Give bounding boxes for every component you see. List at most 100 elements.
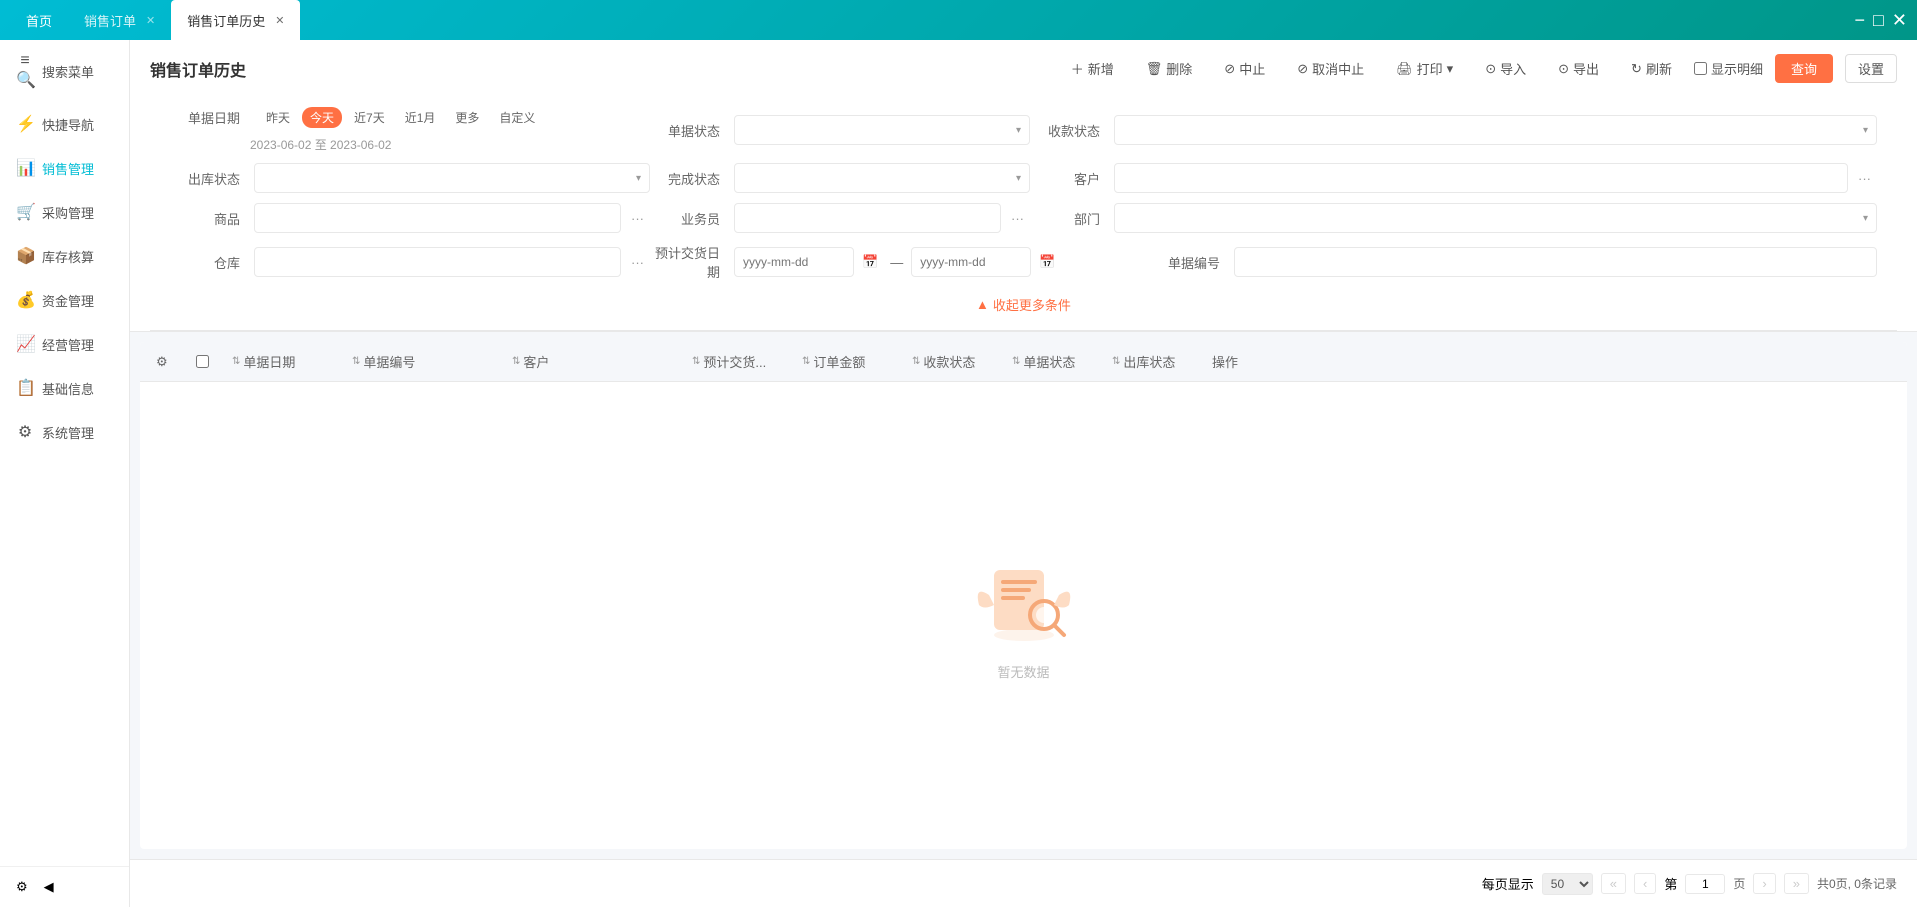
tab-sales-order-close[interactable]: ✕ <box>146 14 155 27</box>
th-order-amount[interactable]: ⇅ 订单金额 <box>794 352 904 371</box>
sort-icon-delivery: ⇅ <box>692 356 700 367</box>
sidebar-item-search-menu[interactable]: ≡🔍 搜索菜单 <box>0 40 129 102</box>
sidebar-collapse-icon[interactable]: ◀ <box>44 879 54 895</box>
display-detail-control[interactable]: 显示明细 <box>1694 59 1763 78</box>
customer-dots[interactable]: ··· <box>1852 167 1877 190</box>
sys-mgmt-icon: ⚙ <box>16 422 34 442</box>
calendar-end-icon[interactable]: 📅 <box>1035 254 1059 270</box>
settings-button[interactable]: 设置 <box>1845 54 1897 83</box>
sidebar-item-basic-info[interactable]: 📋 基础信息 <box>0 366 129 410</box>
sidebar-item-inventory-mgmt[interactable]: 📦 库存核算 <box>0 234 129 278</box>
sidebar-item-fund-mgmt[interactable]: 💰 资金管理 <box>0 278 129 322</box>
tab-sales-order-history-close[interactable]: ✕ <box>275 14 284 27</box>
sidebar-item-quick-nav-label: 快捷导航 <box>42 115 94 134</box>
export-button[interactable]: ⊙ 导出 <box>1548 55 1609 82</box>
import-button[interactable]: ⊙ 导入 <box>1475 55 1536 82</box>
refresh-label: 刷新 <box>1646 59 1672 78</box>
collapse-button[interactable]: ▲ 收起更多条件 <box>170 291 1877 318</box>
customer-input[interactable] <box>1114 163 1848 193</box>
sidebar-item-sales-mgmt[interactable]: 📊 销售管理 <box>0 146 129 190</box>
new-button[interactable]: ＋ 新增 <box>1061 55 1124 82</box>
product-dots[interactable]: ··· <box>625 207 650 230</box>
receipt-status-select[interactable]: ▾ <box>1114 115 1877 145</box>
th-delivery-date[interactable]: ⇅ 预计交货... <box>684 352 794 371</box>
date-more[interactable]: 更多 <box>447 107 487 128</box>
th-checkbox[interactable] <box>188 355 224 368</box>
query-button[interactable]: 查询 <box>1775 54 1833 83</box>
calendar-start-icon[interactable]: 📅 <box>858 254 882 270</box>
voucher-status-select[interactable]: ▾ <box>734 115 1030 145</box>
prev-page-button[interactable]: ‹ <box>1634 873 1656 894</box>
cancel-stop-label: 取消中止 <box>1312 59 1364 78</box>
filter-product-group: 商品 ··· <box>170 203 650 233</box>
minimize-icon[interactable]: − <box>1855 10 1866 31</box>
salesperson-input[interactable] <box>734 203 1001 233</box>
complete-status-label: 完成状态 <box>650 169 730 188</box>
th-payment-status[interactable]: ⇅ 收款状态 <box>904 352 1004 371</box>
next-page-button[interactable]: › <box>1753 873 1775 894</box>
close-icon[interactable]: ✕ <box>1892 10 1907 31</box>
sidebar-item-ops-mgmt[interactable]: 📈 经营管理 <box>0 322 129 366</box>
settings-label: 设置 <box>1858 62 1884 77</box>
refresh-button[interactable]: ↻ 刷新 <box>1621 55 1682 82</box>
th-voucher-no[interactable]: ⇅ 单据编号 <box>344 352 504 371</box>
salesperson-label: 业务员 <box>650 209 730 228</box>
select-all-checkbox[interactable] <box>196 355 209 368</box>
product-input[interactable] <box>254 203 621 233</box>
tab-sales-order[interactable]: 销售订单 ✕ <box>68 0 171 40</box>
outbound-status-select[interactable]: ▾ <box>254 163 650 193</box>
refresh-icon: ↻ <box>1631 61 1642 77</box>
voucher-status-arrow: ▾ <box>1016 125 1021 136</box>
th-status-label: 单据状态 <box>1023 352 1075 371</box>
salesperson-dots[interactable]: ··· <box>1005 207 1030 230</box>
warehouse-input[interactable] <box>254 247 621 277</box>
tab-home[interactable]: 首页 <box>10 0 68 40</box>
delivery-date-label: 预计交货日期 <box>650 243 730 281</box>
page-size-select[interactable]: 20 50 100 <box>1542 873 1593 895</box>
sidebar-item-sys-mgmt[interactable]: ⚙ 系统管理 <box>0 410 129 454</box>
tab-bar: 首页 销售订单 ✕ 销售订单历史 ✕ <box>10 0 1855 40</box>
date-1month[interactable]: 近1月 <box>397 107 444 128</box>
settings-gear-icon[interactable]: ⚙ <box>156 354 168 370</box>
date-7days[interactable]: 近7天 <box>346 107 393 128</box>
stop-button[interactable]: ⊘ 中止 <box>1214 55 1275 82</box>
sidebar-item-quick-nav[interactable]: ⚡ 快捷导航 <box>0 102 129 146</box>
page-label-prefix: 第 <box>1664 874 1677 893</box>
quick-nav-icon: ⚡ <box>16 114 34 134</box>
delete-button[interactable]: 🗑 删除 <box>1136 55 1203 82</box>
cancel-stop-button[interactable]: ⊘ 取消中止 <box>1287 55 1374 82</box>
dept-arrow: ▾ <box>1863 213 1868 224</box>
date-custom[interactable]: 自定义 <box>491 107 543 128</box>
sidebar-settings-icon[interactable]: ⚙ <box>16 879 28 895</box>
complete-status-select[interactable]: ▾ <box>734 163 1030 193</box>
th-settings[interactable]: ⚙ <box>148 354 188 370</box>
sidebar-item-inventory-mgmt-label: 库存核算 <box>42 247 94 266</box>
filter-voucher-status-group: 单据状态 ▾ <box>650 115 1030 145</box>
purchase-mgmt-icon: 🛒 <box>16 202 34 222</box>
sidebar-item-purchase-mgmt[interactable]: 🛒 采购管理 <box>0 190 129 234</box>
voucher-no-input[interactable] <box>1234 247 1877 277</box>
th-customer[interactable]: ⇅ 客户 <box>504 352 684 371</box>
last-page-button[interactable]: » <box>1784 873 1809 894</box>
date-yesterday[interactable]: 昨天 <box>258 107 298 128</box>
delivery-date-start[interactable] <box>734 247 854 277</box>
filter-dept-group: 部门 ▾ <box>1030 203 1877 233</box>
fund-mgmt-icon: 💰 <box>16 290 34 310</box>
warehouse-dots[interactable]: ··· <box>625 251 650 274</box>
sidebar-item-ops-mgmt-label: 经营管理 <box>42 335 94 354</box>
first-page-button[interactable]: « <box>1601 873 1626 894</box>
th-voucher-date[interactable]: ⇅ 单据日期 <box>224 352 344 371</box>
delivery-date-end[interactable] <box>911 247 1031 277</box>
print-arrow: ▾ <box>1447 61 1454 77</box>
tab-sales-order-history[interactable]: 销售订单历史 ✕ <box>171 0 300 40</box>
display-detail-checkbox[interactable] <box>1694 62 1707 75</box>
date-today[interactable]: 今天 <box>302 107 342 128</box>
page-number-input[interactable] <box>1685 874 1725 894</box>
print-button[interactable]: 🖨 打印 ▾ <box>1386 55 1463 82</box>
th-outbound-status[interactable]: ⇅ 出库状态 <box>1104 352 1204 371</box>
outbound-status-arrow: ▾ <box>636 173 641 184</box>
expand-icon[interactable]: □ <box>1873 10 1884 31</box>
dept-select[interactable]: ▾ <box>1114 203 1877 233</box>
filter-row-3: 商品 ··· 业务员 ··· 部门 ▾ <box>170 203 1877 233</box>
th-voucher-status[interactable]: ⇅ 单据状态 <box>1004 352 1104 371</box>
